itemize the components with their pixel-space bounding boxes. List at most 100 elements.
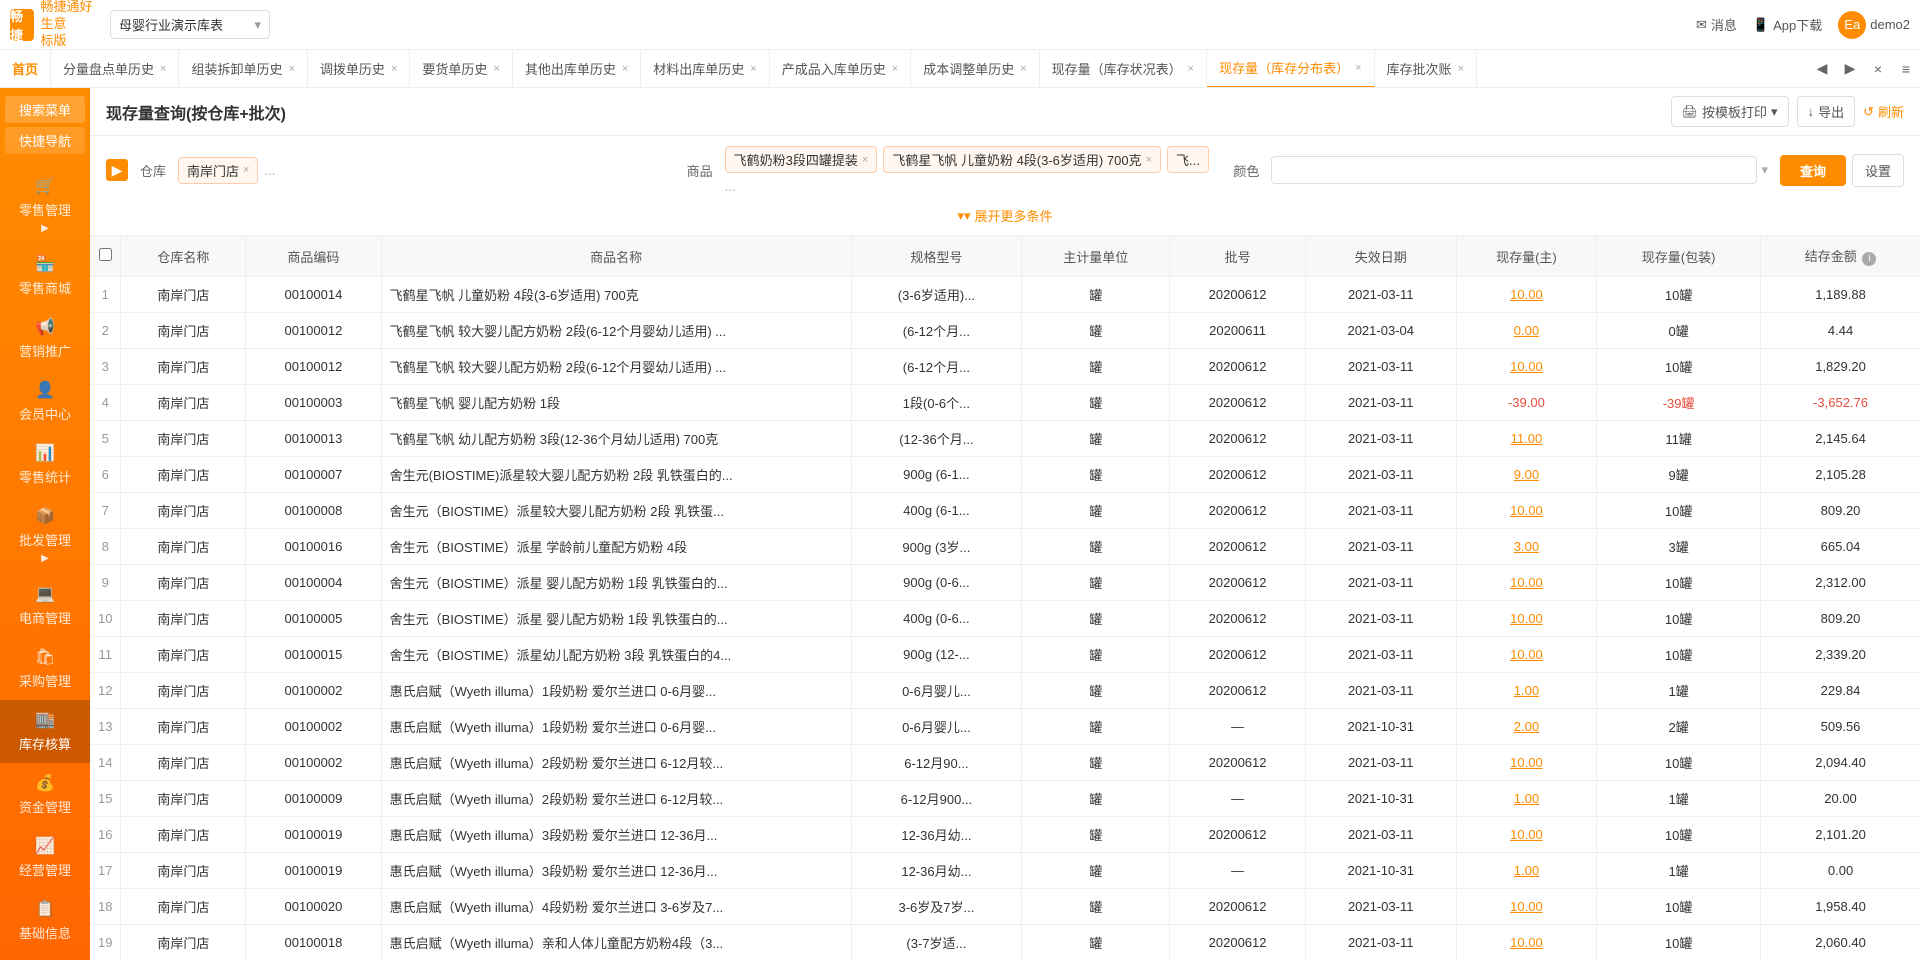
row-qty-main[interactable]: 10.00 [1456, 889, 1596, 925]
row-no: 8 [90, 529, 121, 565]
tab-material-out[interactable]: 材料出库单历史 × [641, 50, 769, 88]
row-warehouse: 南岸门店 [121, 781, 246, 817]
tab-inventory-status[interactable]: 现存量（库存状况表） × [1040, 50, 1207, 88]
close-icon[interactable]: × [1188, 63, 1194, 75]
close-icon[interactable]: × [622, 63, 628, 75]
setting-btn[interactable]: 设置 [1852, 154, 1904, 187]
tab-transfer[interactable]: 调拨单历史 × [308, 50, 410, 88]
nav-next-arrow[interactable]: ▶ [1836, 50, 1864, 88]
refresh-btn[interactable]: ↺ 刷新 [1863, 102, 1904, 121]
tag-close-icon[interactable]: × [1146, 154, 1152, 166]
sidebar-item-system[interactable]: ⚙ 系统管理 [0, 952, 90, 960]
close-icon[interactable]: × [1355, 62, 1361, 74]
row-qty-main[interactable]: 2.00 [1456, 709, 1596, 745]
retail-shop-icon: 🏪 [35, 254, 55, 274]
sidebar-item-wholesale[interactable]: 📦 批发管理 ▶ [0, 496, 90, 574]
tab-assembly[interactable]: 组装拆卸单历史 × [179, 50, 307, 88]
close-icon[interactable]: × [1020, 63, 1026, 75]
tab-product-in[interactable]: 产成品入库单历史 × [770, 50, 911, 88]
row-qty-main[interactable]: 1.00 [1456, 781, 1596, 817]
sidebar-item-retail-mgmt[interactable]: 🛒 零售管理 ▶ [0, 166, 90, 244]
row-unit: 罐 [1022, 709, 1170, 745]
close-icon[interactable]: × [288, 63, 294, 75]
row-qty-main[interactable]: 10.00 [1456, 925, 1596, 960]
industry-selector[interactable]: 母婴行业演示库表 ▾ [110, 10, 270, 39]
tag-close-icon[interactable]: × [862, 154, 868, 166]
tab-inventory-count[interactable]: 分量盘点单历史 × [51, 50, 179, 88]
sidebar-item-member[interactable]: 👤 会员中心 [0, 370, 90, 433]
row-name: 飞鹤星飞帆 儿童奶粉 4段(3-6岁适用) 700克 [381, 277, 851, 313]
sidebar-search[interactable]: 搜索菜单 [5, 96, 85, 123]
row-amount: 2,101.20 [1761, 817, 1920, 853]
tab-order[interactable]: 要货单历史 × [410, 50, 512, 88]
sidebar-item-ecommerce[interactable]: 💻 电商管理 [0, 574, 90, 637]
row-no: 1 [90, 277, 121, 313]
row-qty-main[interactable]: 11.00 [1456, 421, 1596, 457]
close-icon[interactable]: × [892, 63, 898, 75]
row-qty-main[interactable]: -39.00 [1456, 385, 1596, 421]
expand-more-btn[interactable]: ▾▾ 展开更多条件 [957, 206, 1052, 225]
tag-close-icon[interactable]: × [243, 164, 249, 176]
sidebar-item-basic-info[interactable]: 📋 基础信息 [0, 889, 90, 952]
sidebar-item-retail-shop[interactable]: 🏪 零售商城 [0, 244, 90, 307]
tab-home[interactable]: 首页 [0, 50, 51, 88]
select-all-checkbox[interactable] [99, 248, 112, 261]
close-icon[interactable]: × [493, 63, 499, 75]
user-info[interactable]: Ea demo2 [1838, 11, 1910, 39]
tab-inventory-dist[interactable]: 现存量（库存分布表） × [1207, 50, 1374, 88]
sidebar-item-purchase[interactable]: 🛍 采购管理 [0, 637, 90, 700]
query-btn[interactable]: 查询 [1780, 155, 1846, 186]
row-code: 00100014 [246, 277, 381, 313]
amount-info-icon[interactable]: i [1862, 252, 1876, 266]
sidebar-item-inventory[interactable]: 🏬 库存核算 [0, 700, 90, 763]
row-qty-main[interactable]: 9.00 [1456, 457, 1596, 493]
row-qty-main[interactable]: 10.00 [1456, 349, 1596, 385]
row-qty-main[interactable]: 10.00 [1456, 745, 1596, 781]
color-dropdown-icon[interactable]: ▾ [1761, 162, 1768, 178]
tab-cost-adjust[interactable]: 成本调整单历史 × [911, 50, 1039, 88]
tab-other-out[interactable]: 其他出库单历史 × [513, 50, 641, 88]
row-qty-main[interactable]: 1.00 [1456, 673, 1596, 709]
row-unit: 罐 [1022, 313, 1170, 349]
row-qty-main[interactable]: 0.00 [1456, 313, 1596, 349]
sidebar-item-finance[interactable]: 💰 资金管理 [0, 763, 90, 826]
row-qty-main[interactable]: 10.00 [1456, 817, 1596, 853]
row-no: 18 [90, 889, 121, 925]
row-qty-main[interactable]: 10.00 [1456, 601, 1596, 637]
nav-prev-arrow[interactable]: ◀ [1808, 50, 1836, 88]
message-btn[interactable]: ✉ 消息 [1696, 15, 1737, 34]
row-qty-main[interactable]: 10.00 [1456, 493, 1596, 529]
sidebar-item-operation[interactable]: 📈 经营管理 [0, 826, 90, 889]
row-qty-main[interactable]: 1.00 [1456, 853, 1596, 889]
app-download-btn[interactable]: 📱 App下载 [1753, 15, 1822, 34]
product-more[interactable]: ... [725, 179, 736, 194]
export-icon: ↓ [1808, 104, 1815, 119]
row-qty-main[interactable]: 3.00 [1456, 529, 1596, 565]
row-qty-main[interactable]: 10.00 [1456, 277, 1596, 313]
row-name: 舍生元（BIOSTIME）派星较大婴儿配方奶粉 2段 乳铁蛋... [381, 493, 851, 529]
row-spec: (6-12个月... [851, 349, 1021, 385]
row-batch: 20200612 [1170, 493, 1305, 529]
warehouse-more[interactable]: ... [264, 163, 275, 178]
row-batch: 20200612 [1170, 673, 1305, 709]
sidebar-quick-nav[interactable]: 快捷导航 [5, 127, 85, 154]
export-btn[interactable]: ↓ 导出 [1797, 96, 1856, 127]
nav-menu-btn[interactable]: ≡ [1892, 50, 1920, 88]
close-icon[interactable]: × [160, 63, 166, 75]
color-input[interactable] [1271, 156, 1757, 184]
filter-toggle-btn[interactable]: ▶ [106, 159, 128, 181]
row-qty-main[interactable]: 10.00 [1456, 637, 1596, 673]
nav-close-btn[interactable]: × [1864, 50, 1892, 88]
sidebar-item-retail-stats[interactable]: 📊 零售统计 [0, 433, 90, 496]
row-amount: 1,958.40 [1761, 889, 1920, 925]
close-icon[interactable]: × [391, 63, 397, 75]
close-icon[interactable]: × [1458, 63, 1464, 75]
template-print-btn[interactable]: 🖨 按模板打印 ▾ [1671, 96, 1789, 127]
sidebar-item-marketing[interactable]: 📢 营销推广 [0, 307, 90, 370]
close-icon[interactable]: × [750, 63, 756, 75]
row-name: 飞鹤星飞帆 幼儿配方奶粉 3段(12-36个月幼儿适用) 700克 [381, 421, 851, 457]
tab-batch-ledger[interactable]: 库存批次账 × [1375, 50, 1477, 88]
row-qty-main[interactable]: 10.00 [1456, 565, 1596, 601]
row-warehouse: 南岸门店 [121, 313, 246, 349]
row-amount: 4.44 [1761, 313, 1920, 349]
